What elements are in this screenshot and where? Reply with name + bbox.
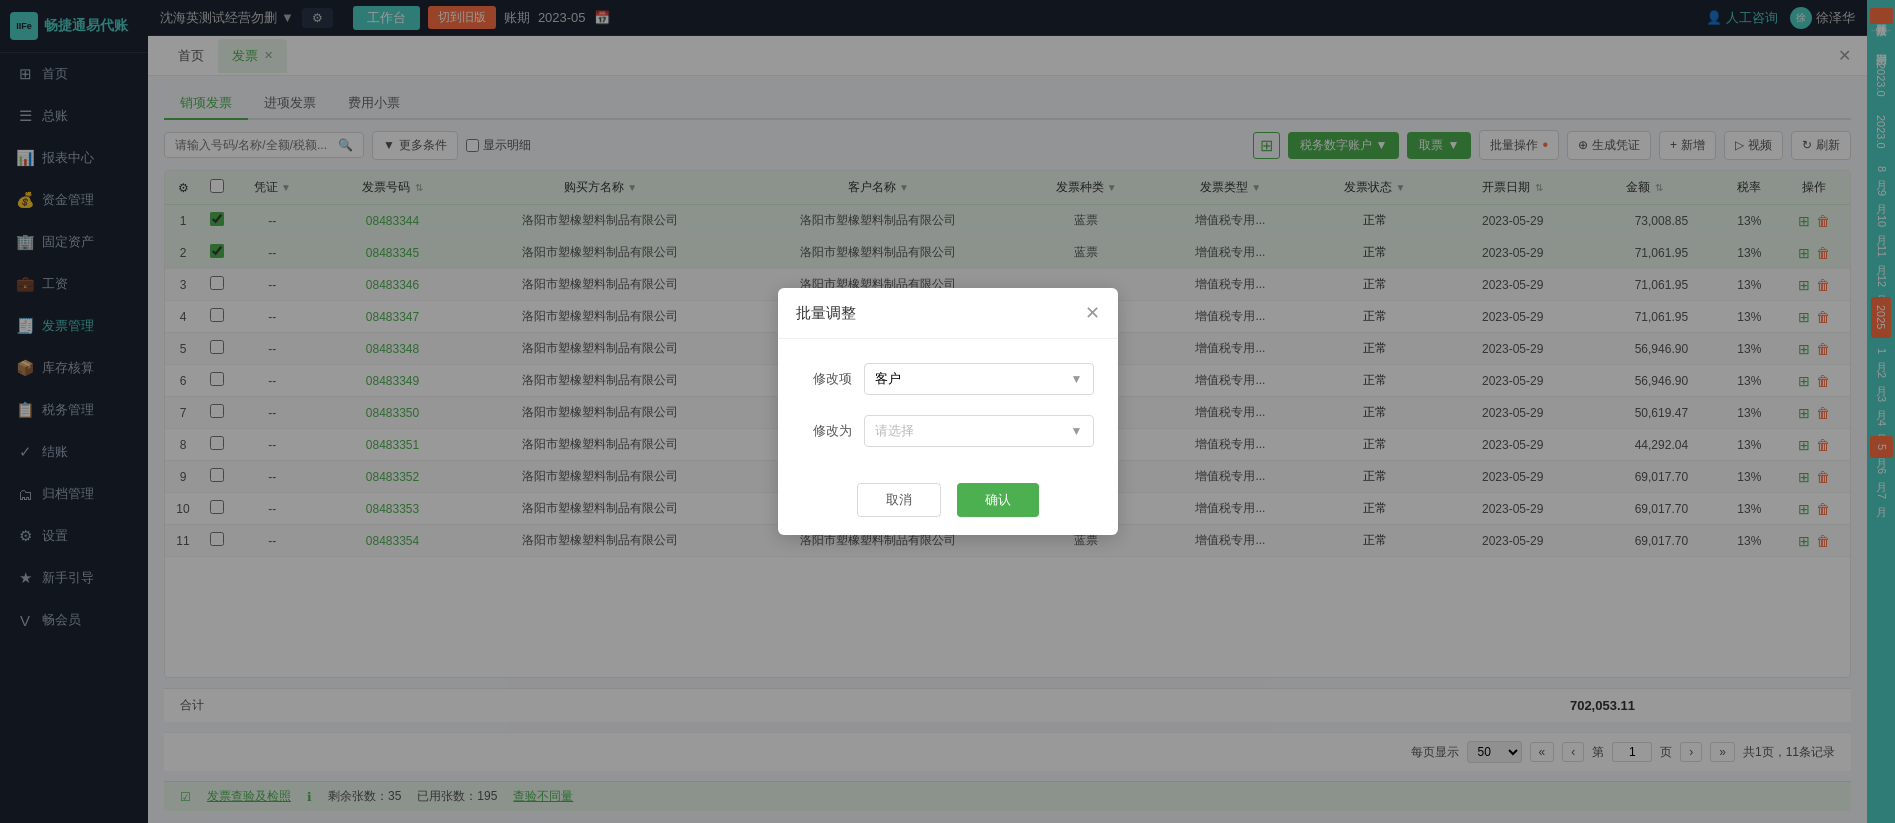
- modal-close-button[interactable]: ✕: [1085, 302, 1100, 324]
- modify-to-row: 修改为 请选择 ▼: [802, 415, 1094, 447]
- modify-field-row: 修改项 客户 ▼: [802, 363, 1094, 395]
- modify-to-dropdown[interactable]: 请选择 ▼: [864, 415, 1094, 447]
- modal-confirm-button[interactable]: 确认: [957, 483, 1039, 517]
- modify-field-arrow: ▼: [1071, 372, 1083, 386]
- modal-footer: 取消 确认: [778, 471, 1118, 535]
- modify-to-label: 修改为: [802, 422, 852, 440]
- modal-title: 批量调整: [796, 304, 856, 323]
- batch-adjust-modal: 批量调整 ✕ 修改项 客户 ▼ 修改为 请选择 ▼ 取消 确认: [778, 288, 1118, 535]
- modify-to-value: 请选择: [875, 422, 914, 440]
- modify-field-dropdown[interactable]: 客户 ▼: [864, 363, 1094, 395]
- modal-body: 修改项 客户 ▼ 修改为 请选择 ▼: [778, 339, 1118, 471]
- modal-header: 批量调整 ✕: [778, 288, 1118, 339]
- modify-to-arrow: ▼: [1071, 424, 1083, 438]
- modal-cancel-button[interactable]: 取消: [857, 483, 941, 517]
- modify-field-value: 客户: [875, 370, 901, 388]
- modal-overlay[interactable]: 批量调整 ✕ 修改项 客户 ▼ 修改为 请选择 ▼ 取消 确认: [0, 0, 1895, 823]
- modify-field-label: 修改项: [802, 370, 852, 388]
